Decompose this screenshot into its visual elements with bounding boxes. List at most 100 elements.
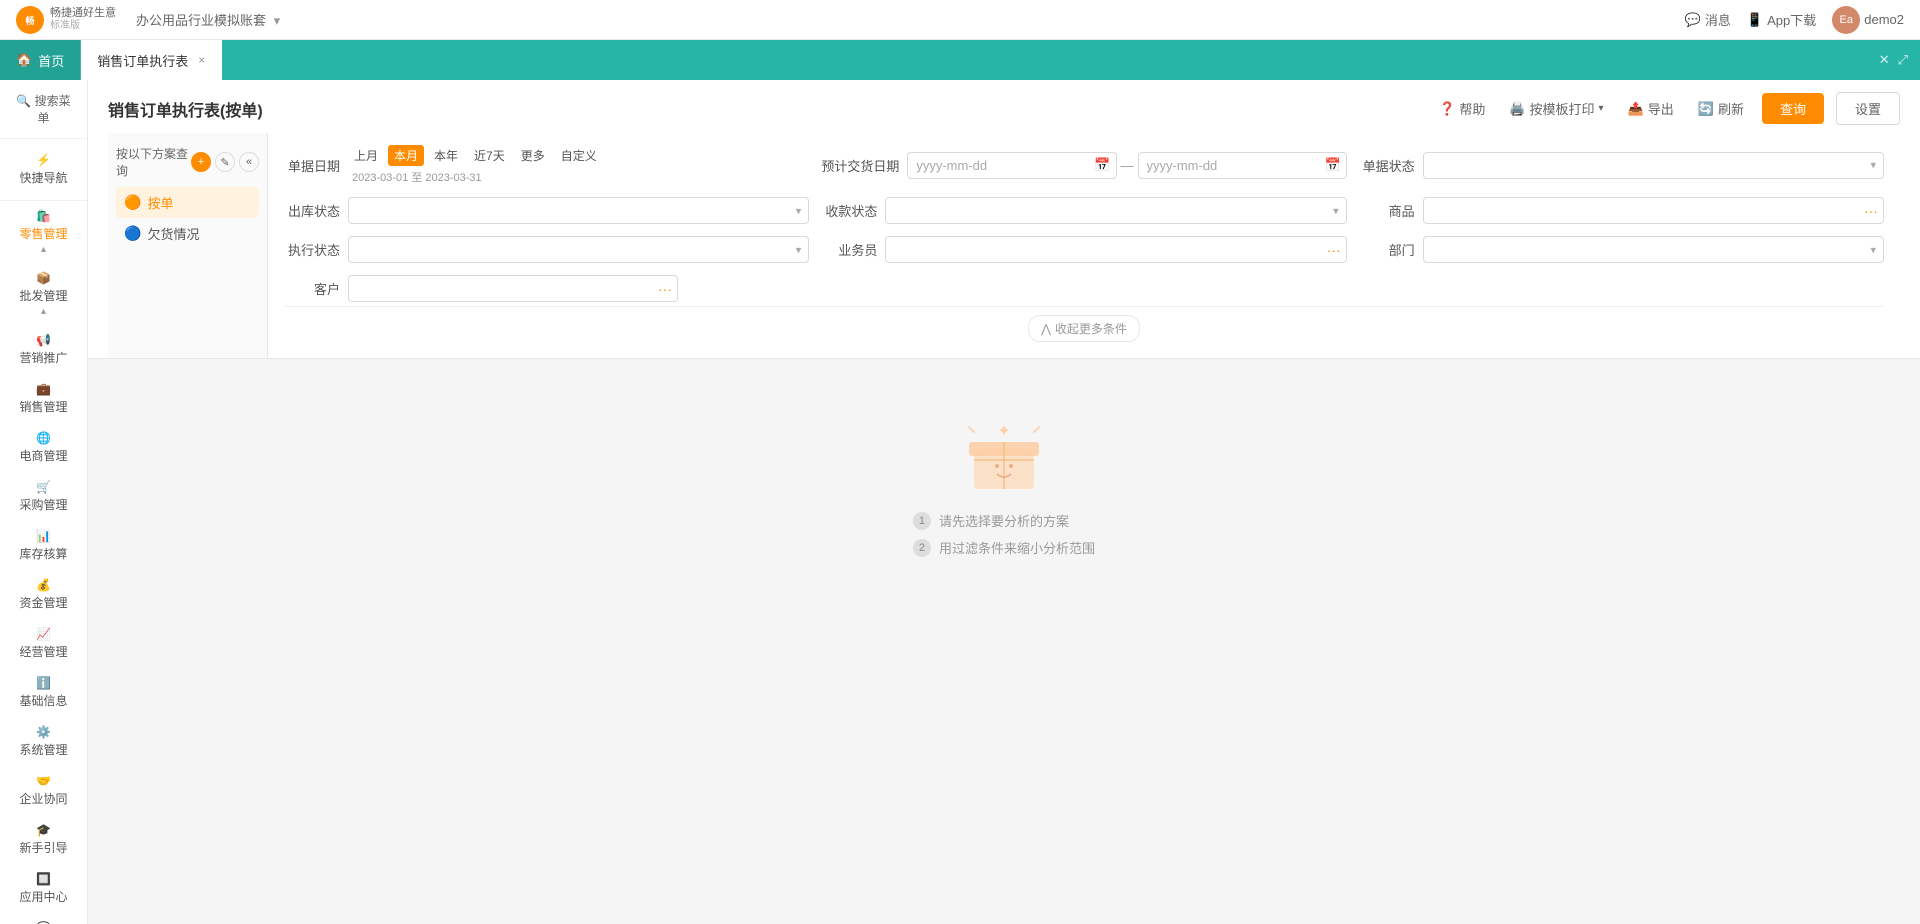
- sidebar-item-wholesale[interactable]: 📦 批发管理 ▴: [0, 263, 87, 325]
- filter-forecast-date-field: 预计交货日期 📅 — 📅: [821, 145, 1346, 185]
- tab-home[interactable]: 🏠 首页: [0, 40, 81, 80]
- purchase-icon: 🛒: [36, 480, 51, 494]
- sidebar-item-sales[interactable]: 💼 销售管理: [0, 374, 87, 423]
- newbie-icon: 🎓: [36, 823, 51, 837]
- sidebar-item-finance[interactable]: 💰 资金管理: [0, 570, 87, 619]
- message-btn[interactable]: 💬 消息: [1685, 10, 1731, 29]
- receipt-status-input[interactable]: [885, 197, 1346, 224]
- filter-nav-shortage[interactable]: 🔵 欠货情况: [116, 218, 259, 249]
- goods-input[interactable]: [1423, 197, 1884, 224]
- customer-input[interactable]: [348, 275, 678, 302]
- tab-close-window[interactable]: ✕: [1879, 52, 1890, 68]
- empty-tip-2: 2 用过滤条件来缩小分析范围: [913, 538, 1095, 557]
- collapse-more-btn[interactable]: ⋀ 收起更多条件: [1028, 315, 1140, 342]
- doc-status-control: ▾: [1423, 152, 1884, 179]
- filter-add-btn[interactable]: +: [191, 152, 211, 172]
- refresh-btn[interactable]: 🔄 刷新: [1692, 95, 1750, 122]
- empty-tips: 1 请先选择要分析的方案 2 用过滤条件来缩小分析范围: [913, 511, 1095, 557]
- print-btn[interactable]: 🖨️ 按模板打印 ▾: [1503, 95, 1609, 122]
- page-header: 销售订单执行表(按单) ❓ 帮助 🖨️ 按模板打印 ▾ 📤 导出: [88, 80, 1920, 359]
- date-tab-thismonth[interactable]: 本月: [388, 145, 424, 166]
- date-tab-more[interactable]: 更多: [515, 145, 551, 166]
- filter-side-actions: + ✎ «: [191, 152, 259, 172]
- sidebar-item-appstore[interactable]: 🔲 应用中心: [0, 864, 87, 913]
- enterprise-icon: 🤝: [36, 774, 51, 788]
- sidebar-item-wechat[interactable]: 💬 企业微信: [0, 913, 87, 924]
- filter-main: 单据日期 上月 本月 本年 近7天 更多 自定义: [268, 133, 1900, 358]
- forecast-date-control: 📅 — 📅: [907, 152, 1346, 179]
- shortage-nav-icon: 🔵: [124, 225, 141, 242]
- sidebar-item-retail[interactable]: 🛍️ 零售管理 ▴: [0, 201, 87, 263]
- dept-label: 部门: [1359, 240, 1415, 259]
- filter-receipt-status-field: 收款状态 ▾: [821, 197, 1346, 224]
- main-layout: 🔍 搜索菜单 ⚡ 快捷导航 🛍️ 零售管理 ▴ 📦 批发管理 ▴ 📢 营销推广 …: [0, 80, 1920, 924]
- sidebar-item-ecommerce[interactable]: 🌐 电商管理: [0, 423, 87, 472]
- sidebar-quick-nav: ⚡ 快捷导航: [0, 139, 87, 201]
- help-btn[interactable]: ❓ 帮助: [1433, 95, 1491, 122]
- sidebar-item-newbie[interactable]: 🎓 新手引导: [0, 815, 87, 864]
- export-btn[interactable]: 📤 导出: [1622, 95, 1680, 122]
- date-tab-thisyear[interactable]: 本年: [428, 145, 464, 166]
- customer-label: 客户: [284, 279, 340, 298]
- goods-ellipsis-icon[interactable]: ···: [1864, 203, 1878, 219]
- svg-text:✦: ✦: [997, 423, 1010, 440]
- forecast-date-end-input[interactable]: [1138, 152, 1347, 179]
- filter-row-4: 客户 ···: [284, 275, 1884, 302]
- tab-close-icon[interactable]: ×: [198, 53, 205, 67]
- sidebar-item-inventory[interactable]: 📊 库存核算: [0, 521, 87, 570]
- filter-side-title: 按以下方案查询 + ✎ «: [116, 145, 259, 179]
- tab-active[interactable]: 销售订单执行表 ×: [81, 40, 222, 80]
- doc-status-input[interactable]: [1423, 152, 1884, 179]
- date-tab-lastmonth[interactable]: 上月: [348, 145, 384, 166]
- retail-icon: 🛍️: [36, 209, 51, 223]
- sidebar-item-marketing[interactable]: 📢 营销推广: [0, 325, 87, 374]
- sidebar-item-enterprise[interactable]: 🤝 企业协同: [0, 766, 87, 815]
- sidebar-item-system[interactable]: ⚙️ 系统管理: [0, 717, 87, 766]
- header-title[interactable]: 办公用品行业模拟账套 ▾: [136, 10, 280, 29]
- salesperson-control: ···: [885, 236, 1346, 263]
- settings-btn[interactable]: 设置: [1836, 92, 1900, 125]
- quick-nav-icon: ⚡: [36, 153, 51, 167]
- customer-control: ···: [348, 275, 678, 302]
- sidebar-item-operation[interactable]: 📈 经营管理: [0, 619, 87, 668]
- header-title-arrow[interactable]: ▾: [274, 13, 281, 28]
- forecast-date-end: 📅: [1138, 152, 1347, 179]
- filter-edit-btn[interactable]: ✎: [215, 152, 235, 172]
- operation-icon: 📈: [36, 627, 51, 641]
- home-icon: 🏠: [16, 52, 32, 68]
- date-tab-custom[interactable]: 自定义: [555, 145, 603, 166]
- filter-nav-order[interactable]: 🟠 按单: [116, 187, 259, 218]
- user-area[interactable]: Ea demo2: [1832, 6, 1904, 34]
- sidebar-item-quicknav[interactable]: ⚡ 快捷导航: [0, 145, 87, 194]
- search-menu-btn[interactable]: 🔍 搜索菜单: [8, 88, 79, 130]
- print-arrow-icon: ▾: [1599, 103, 1604, 114]
- salesperson-input[interactable]: [885, 236, 1346, 263]
- dept-control: ▾: [1423, 236, 1884, 263]
- query-btn[interactable]: 查询: [1762, 93, 1824, 124]
- forecast-date-start-input[interactable]: [907, 152, 1116, 179]
- message-icon: 💬: [1685, 12, 1701, 28]
- marketing-icon: 📢: [36, 333, 51, 347]
- tab-maximize[interactable]: ⤢: [1898, 52, 1908, 68]
- tip-num-2: 2: [913, 539, 931, 557]
- filter-goods-field: 商品 ···: [1359, 197, 1884, 224]
- date-tab-7days[interactable]: 近7天: [468, 145, 511, 166]
- doc-status-label: 单据状态: [1359, 156, 1415, 175]
- filter-delivery-status-field: 出库状态 ▾: [284, 197, 809, 224]
- customer-ellipsis-icon[interactable]: ···: [658, 281, 672, 297]
- app-download-btn[interactable]: 📱 App下载: [1747, 10, 1816, 29]
- salesperson-ellipsis-icon[interactable]: ···: [1327, 242, 1341, 258]
- filter-collapse-btn[interactable]: «: [239, 152, 259, 172]
- dept-input[interactable]: [1423, 236, 1884, 263]
- delivery-status-input[interactable]: [348, 197, 809, 224]
- exec-status-input[interactable]: [348, 236, 809, 263]
- filter-row-1: 单据日期 上月 本月 本年 近7天 更多 自定义: [284, 145, 1884, 185]
- delivery-status-label: 出库状态: [284, 201, 340, 220]
- sidebar-item-basic[interactable]: ℹ️ 基础信息: [0, 668, 87, 717]
- page-actions: ❓ 帮助 🖨️ 按模板打印 ▾ 📤 导出 🔄 刷新: [1433, 92, 1900, 125]
- filter-panel-inner: 按以下方案查询 + ✎ « 🟠 按单 🔵: [108, 133, 1900, 358]
- forecast-date-label: 预计交货日期: [821, 156, 899, 175]
- refresh-icon: 🔄: [1698, 101, 1714, 117]
- empty-tip-1: 1 请先选择要分析的方案: [913, 511, 1095, 530]
- sidebar-item-purchase[interactable]: 🛒 采购管理: [0, 472, 87, 521]
